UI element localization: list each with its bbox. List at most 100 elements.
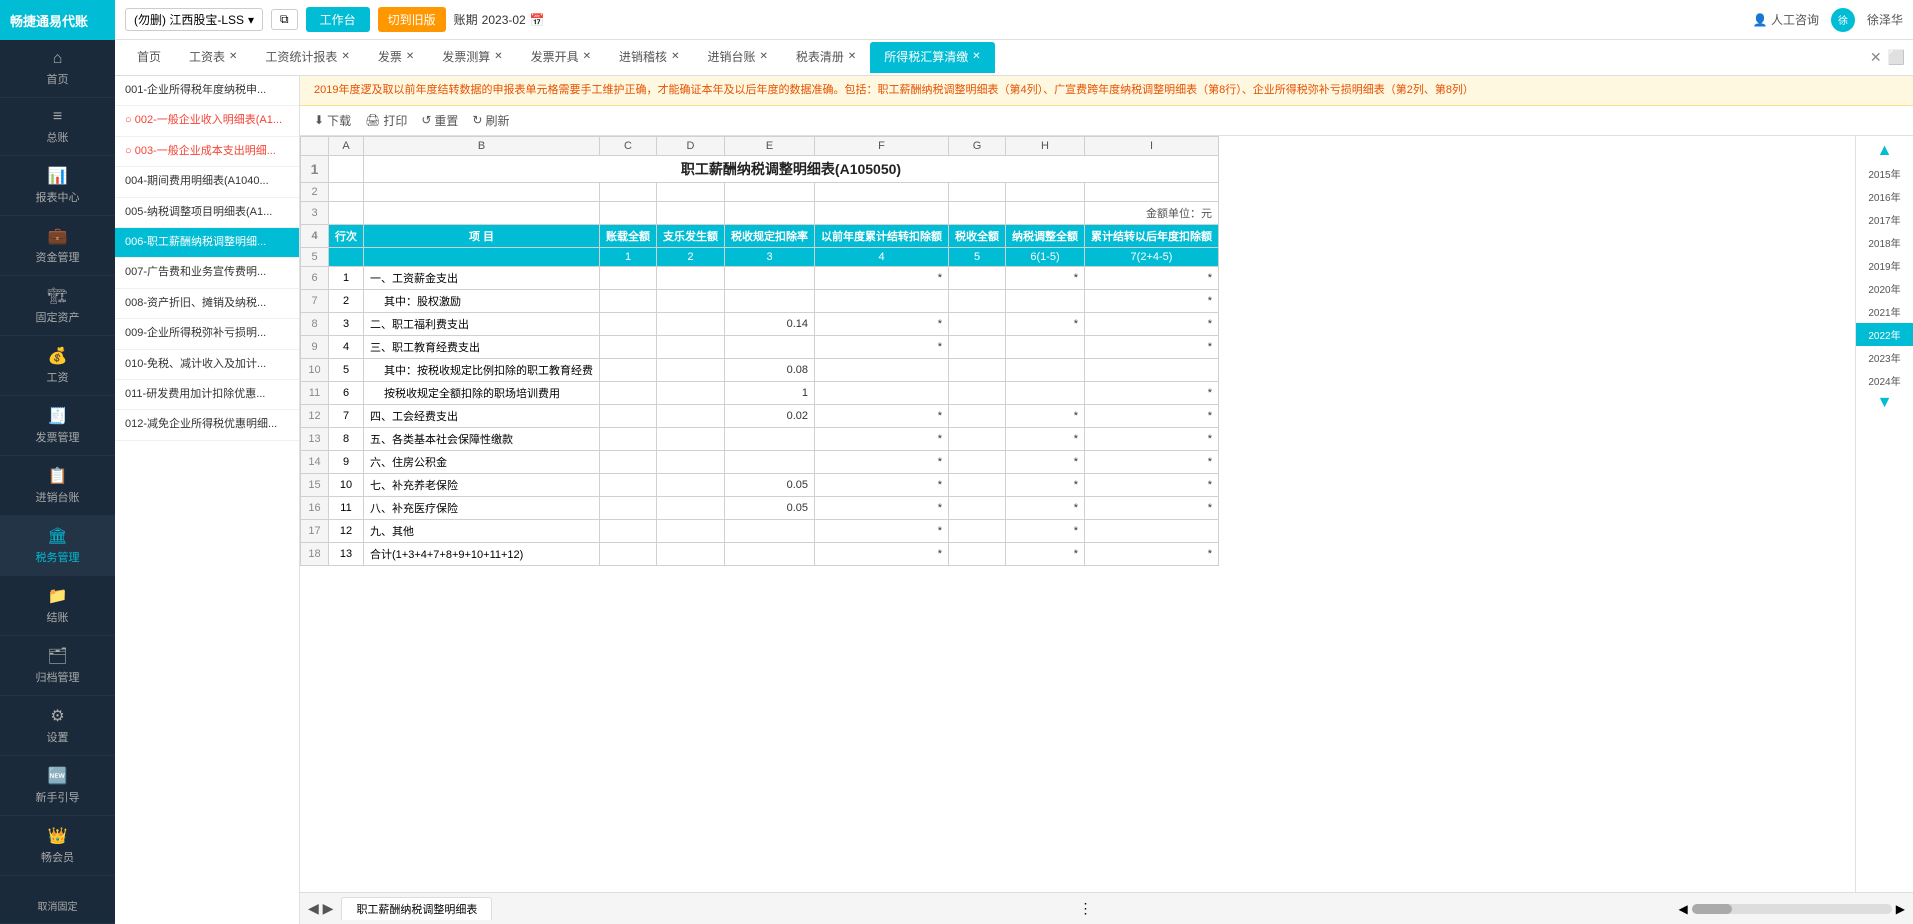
list-item-010[interactable]: 010-免税、减计收入及加计... <box>115 350 299 380</box>
title-row: 1 职工薪酬纳税调整明细表(A105050) <box>301 155 1219 182</box>
list-item-002[interactable]: 002-一般企业收入明细表(A1... <box>115 106 299 136</box>
sidebar-item-member[interactable]: 👑 畅会员 <box>0 816 115 876</box>
tab-tax-list[interactable]: 税表清册 ✕ <box>782 42 870 73</box>
cancel-fixed-button[interactable]: 取消固定 <box>0 888 115 924</box>
year-2023[interactable]: 2023年 <box>1856 346 1913 369</box>
year-2020[interactable]: 2020年 <box>1856 277 1913 300</box>
purchase-icon: 📋 <box>48 466 68 486</box>
sidebar-item-tax[interactable]: 🏛 税务管理 <box>0 516 115 576</box>
tab-invoice-issue[interactable]: 发票开具 ✕ <box>517 42 605 73</box>
year-2024[interactable]: 2024年 <box>1856 369 1913 392</box>
list-item-009[interactable]: 009-企业所得税弥补亏损明... <box>115 319 299 349</box>
subheader-f: 4 <box>815 247 949 266</box>
period-calendar-icon[interactable]: 📅 <box>530 13 545 27</box>
bottom-sheet-tab[interactable]: 职工薪酬纳税调整明细表 <box>341 897 492 920</box>
tab-salary-stat[interactable]: 工资统计报表 ✕ <box>251 42 363 73</box>
year-2018[interactable]: 2018年 <box>1856 231 1913 254</box>
download-button[interactable]: ⬇ 下载 <box>314 112 351 129</box>
hscroll-controls: ◀ ▶ <box>1679 902 1905 916</box>
print-button[interactable]: 🖨 打印 <box>365 112 407 129</box>
year-2022[interactable]: 2022年 <box>1856 323 1913 346</box>
list-item-007[interactable]: 007-广告费和业务宣传费明... <box>115 258 299 288</box>
sidebar-item-assets[interactable]: 💼 资金管理 <box>0 216 115 276</box>
sidebar-item-report[interactable]: 📊 报表中心 <box>0 156 115 216</box>
tab-tax-list-close[interactable]: ✕ <box>848 51 856 62</box>
list-item-003[interactable]: 003-一般企业成本支出明细... <box>115 137 299 167</box>
rownum-4: 4 <box>301 224 329 247</box>
year-2015[interactable]: 2015年 <box>1856 162 1913 185</box>
list-item-008[interactable]: 008-资产折旧、摊销及纳税... <box>115 289 299 319</box>
year-2016[interactable]: 2016年 <box>1856 185 1913 208</box>
tab-invoice-issue-close[interactable]: ✕ <box>583 51 591 62</box>
list-item-012[interactable]: 012-减免企业所得税优惠明细... <box>115 410 299 440</box>
subheader-h: 6(1-5) <box>1006 247 1085 266</box>
company-selector[interactable]: (勿删) 江西股宝-LSS ▾ <box>125 8 263 31</box>
copy-button[interactable]: ⧉ <box>271 9 298 30</box>
header-f: 以前年度累计结转扣除额 <box>815 224 949 247</box>
reset-button[interactable]: ↺ 重置 <box>421 112 458 129</box>
sidebar-item-salary[interactable]: 💰 工资 <box>0 336 115 396</box>
table-row: 14 9 六、住房公积金 * * * <box>301 450 1219 473</box>
sheet-title: 职工薪酬纳税调整明细表(A105050) <box>364 155 1219 182</box>
switch-version-button[interactable]: 切到旧版 <box>378 7 446 32</box>
hscroll-left[interactable]: ◀ <box>1679 902 1688 916</box>
member-icon: 👑 <box>48 826 68 846</box>
period-label: 账期 <box>454 11 478 28</box>
sheet-nav-arrows[interactable]: ◀ ▶ <box>308 900 333 917</box>
year-2019[interactable]: 2019年 <box>1856 254 1913 277</box>
sidebar: 畅捷通易代账 ⌂ 首页 ≡ 总账 📊 报表中心 💼 资金管理 🏗 固定资产 💰 … <box>0 0 115 924</box>
sidebar-item-close[interactable]: 📁 结账 <box>0 576 115 636</box>
hscroll-track[interactable] <box>1692 904 1892 914</box>
print-icon: 🖨 <box>365 113 380 127</box>
list-item-001[interactable]: 001-企业所得税年度纳税申... <box>115 76 299 106</box>
tab-ledger[interactable]: 进销台账 ✕ <box>693 42 781 73</box>
list-item-005[interactable]: 005-纳税调整项目明细表(A1... <box>115 198 299 228</box>
workbench-button[interactable]: 工作台 <box>306 7 370 32</box>
tab-income-tax-close[interactable]: ✕ <box>972 51 980 62</box>
year-nav-down[interactable]: ▼ <box>1875 392 1895 414</box>
refresh-label: 刷新 <box>485 112 509 129</box>
list-item-011[interactable]: 011-研发费用加计扣除优惠... <box>115 380 299 410</box>
sidebar-label-member: 畅会员 <box>41 849 74 865</box>
tab-check[interactable]: 进销稽核 ✕ <box>605 42 693 73</box>
sidebar-item-guide[interactable]: 🆕 新手引导 <box>0 756 115 816</box>
refresh-icon: ↻ <box>472 113 482 127</box>
list-item-004[interactable]: 004-期间费用明细表(A1040... <box>115 167 299 197</box>
close-tab-button[interactable]: ✕ <box>1870 49 1882 66</box>
list-item-006[interactable]: 006-职工薪酬纳税调整明细... <box>115 228 299 258</box>
col-header-rownum <box>301 136 329 155</box>
tab-income-tax[interactable]: 所得税汇算清缴 ✕ <box>870 42 994 73</box>
reset-label: 重置 <box>434 112 458 129</box>
tab-home[interactable]: 首页 <box>123 42 175 73</box>
hscroll-right[interactable]: ▶ <box>1896 902 1905 916</box>
tab-invoice-calc-close[interactable]: ✕ <box>494 51 502 62</box>
tab-invoice[interactable]: 发票 ✕ <box>364 42 428 73</box>
tab-invoice-close[interactable]: ✕ <box>406 51 414 62</box>
hscroll-thumb[interactable] <box>1692 904 1732 914</box>
sidebar-item-ledger[interactable]: ≡ 总账 <box>0 98 115 156</box>
tab-salary[interactable]: 工资表 ✕ <box>175 42 251 73</box>
sidebar-item-invoice[interactable]: 🧾 发票管理 <box>0 396 115 456</box>
tab-invoice-label: 发票 <box>378 48 402 65</box>
sidebar-item-archive[interactable]: 🗂 归档管理 <box>0 636 115 696</box>
year-nav-up[interactable]: ▲ <box>1875 140 1895 162</box>
tab-ledger-close[interactable]: ✕ <box>759 51 767 62</box>
tab-check-close[interactable]: ✕ <box>671 51 679 62</box>
col-header-B: B <box>364 136 600 155</box>
sidebar-item-fixed[interactable]: 🏗 固定资产 <box>0 276 115 336</box>
year-2017[interactable]: 2017年 <box>1856 208 1913 231</box>
sidebar-item-home[interactable]: ⌂ 首页 <box>0 40 115 98</box>
sidebar-item-settings[interactable]: ⚙ 设置 <box>0 696 115 756</box>
sheet-options-icon[interactable]: ⋮ <box>1078 900 1092 917</box>
tab-salary-close[interactable]: ✕ <box>229 51 237 62</box>
refresh-button[interactable]: ↻ 刷新 <box>472 112 509 129</box>
sidebar-item-purchase[interactable]: 📋 进销台账 <box>0 456 115 516</box>
tab-check-label: 进销稽核 <box>619 48 667 65</box>
year-2021[interactable]: 2021年 <box>1856 300 1913 323</box>
invoice-icon: 🧾 <box>48 406 68 426</box>
service-link[interactable]: 👤 人工咨询 <box>1753 11 1819 28</box>
tab-salary-stat-close[interactable]: ✕ <box>341 51 349 62</box>
maximize-tab-button[interactable]: ⬜ <box>1888 49 1905 66</box>
tab-invoice-calc[interactable]: 发票测算 ✕ <box>428 42 516 73</box>
form-list-panel: 001-企业所得税年度纳税申... 002-一般企业收入明细表(A1... 00… <box>115 76 300 924</box>
